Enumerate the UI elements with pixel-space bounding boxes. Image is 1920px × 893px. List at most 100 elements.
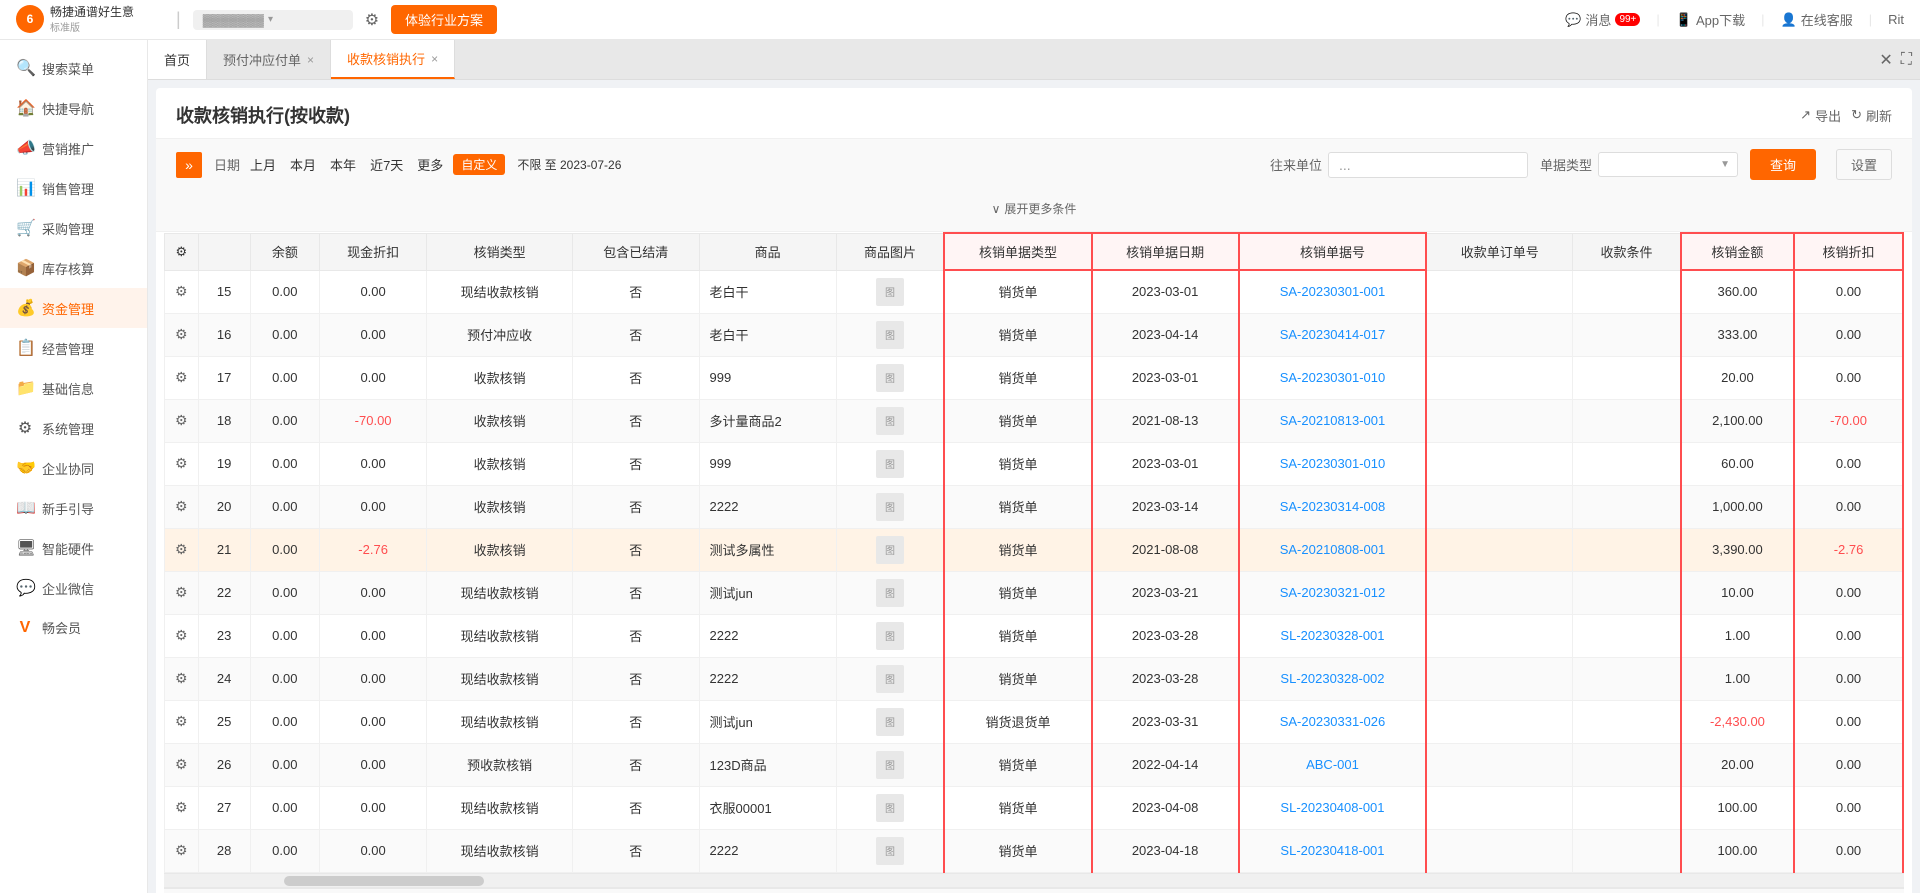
tab-home[interactable]: 首页 bbox=[148, 40, 207, 79]
export-button[interactable]: ↗ 导出 bbox=[1800, 106, 1841, 125]
row-settings-btn[interactable]: ⚙ bbox=[165, 829, 199, 872]
tab-prepay-close[interactable]: × bbox=[307, 53, 314, 67]
user-name: Rit bbox=[1888, 12, 1904, 27]
row-receipt-condition bbox=[1573, 743, 1681, 786]
row-write-off-type: 现结收款核销 bbox=[427, 657, 573, 700]
row-settings-btn[interactable]: ⚙ bbox=[165, 571, 199, 614]
app-download-icon: 📱 bbox=[1676, 12, 1692, 28]
sidebar-item-sales[interactable]: 📊 销售管理 bbox=[0, 168, 147, 208]
sidebar-label-member: 畅会员 bbox=[42, 618, 81, 637]
sidebar-item-finance[interactable]: 💰 资金管理 bbox=[0, 288, 147, 328]
row-receipt-order-no bbox=[1426, 571, 1572, 614]
app-download-action[interactable]: 📱 App下载 bbox=[1676, 10, 1745, 29]
row-receipt-condition bbox=[1573, 657, 1681, 700]
query-button[interactable]: 查询 bbox=[1750, 149, 1816, 180]
row-settings-btn[interactable]: ⚙ bbox=[165, 743, 199, 786]
horizontal-scrollbar[interactable] bbox=[164, 873, 1904, 887]
row-write-off-number[interactable]: SA-20210813-001 bbox=[1239, 399, 1427, 442]
tab-receipt-close[interactable]: × bbox=[431, 52, 438, 66]
workspace-dropdown-arrow: ▾ bbox=[268, 14, 273, 25]
row-settings-btn[interactable]: ⚙ bbox=[165, 786, 199, 829]
row-settings-btn[interactable]: ⚙ bbox=[165, 270, 199, 313]
row-settings-btn[interactable]: ⚙ bbox=[165, 614, 199, 657]
table-body: ⚙ 15 0.00 0.00 现结收款核销 否 老白干 图 销货单 2023-0… bbox=[165, 270, 1904, 872]
table-row: ⚙ 17 0.00 0.00 收款核销 否 999 图 销货单 2023-03-… bbox=[165, 356, 1904, 399]
refresh-button[interactable]: ↻ 刷新 bbox=[1851, 106, 1892, 125]
sidebar-item-operation[interactable]: 📋 经营管理 bbox=[0, 328, 147, 368]
row-settings-btn[interactable]: ⚙ bbox=[165, 657, 199, 700]
sidebar-item-enterprise[interactable]: 🤝 企业协同 bbox=[0, 448, 147, 488]
row-write-off-number[interactable]: ABC-001 bbox=[1239, 743, 1427, 786]
expand-more-conditions[interactable]: ∨ 展开更多条件 bbox=[176, 196, 1892, 221]
voucher-type-select[interactable]: 销货单 销货退货单 bbox=[1598, 152, 1738, 177]
row-settings-btn[interactable]: ⚙ bbox=[165, 442, 199, 485]
row-write-off-voucher-type: 销货单 bbox=[944, 270, 1091, 313]
row-include-settled: 否 bbox=[573, 313, 700, 356]
date-custom-button[interactable]: 自定义 bbox=[453, 154, 505, 175]
sidebar-item-guide[interactable]: 📖 新手引导 bbox=[0, 488, 147, 528]
top-bar-right: 💬 消息 99+ | 📱 App下载 | 👤 在线客服 | Rit bbox=[1565, 10, 1904, 29]
sidebar-item-smart[interactable]: 🖥 智能硬件 bbox=[0, 528, 147, 568]
filter-settings-button[interactable]: 设置 bbox=[1836, 149, 1892, 180]
tab-receipt[interactable]: 收款核销执行 × bbox=[331, 40, 455, 79]
row-write-off-number[interactable]: SA-20230331-026 bbox=[1239, 700, 1427, 743]
row-write-off-number[interactable]: SA-20230301-010 bbox=[1239, 442, 1427, 485]
row-write-off-number[interactable]: SL-20230408-001 bbox=[1239, 786, 1427, 829]
row-write-off-number[interactable]: SA-20210808-001 bbox=[1239, 528, 1427, 571]
row-settings-btn[interactable]: ⚙ bbox=[165, 485, 199, 528]
row-write-off-number[interactable]: SA-20230301-001 bbox=[1239, 270, 1427, 313]
tab-expand-button[interactable]: ⛶ bbox=[1901, 51, 1912, 69]
workspace-selector[interactable]: ▓▓▓▓▓▓▓ ▾ bbox=[193, 10, 353, 30]
scrollbar-thumb[interactable] bbox=[284, 876, 484, 886]
date-this-month[interactable]: 本月 bbox=[286, 153, 320, 176]
sidebar-item-purchase[interactable]: 🛒 采购管理 bbox=[0, 208, 147, 248]
filter-expand-button[interactable]: » bbox=[176, 152, 202, 178]
row-write-off-voucher-type: 销货单 bbox=[944, 399, 1091, 442]
row-write-off-voucher-type: 销货单 bbox=[944, 657, 1091, 700]
row-write-off-number[interactable]: SL-20230328-001 bbox=[1239, 614, 1427, 657]
sidebar-item-system[interactable]: ⚙ 系统管理 bbox=[0, 408, 147, 448]
row-write-off-number[interactable]: SA-20230321-012 bbox=[1239, 571, 1427, 614]
row-settings-btn[interactable]: ⚙ bbox=[165, 356, 199, 399]
row-include-settled: 否 bbox=[573, 399, 700, 442]
row-settings-btn[interactable]: ⚙ bbox=[165, 528, 199, 571]
row-write-off-number[interactable]: SA-20230301-010 bbox=[1239, 356, 1427, 399]
row-write-off-amount: 60.00 bbox=[1681, 442, 1794, 485]
row-write-off-discount: 0.00 bbox=[1794, 829, 1903, 872]
counterparty-input[interactable]: ... bbox=[1328, 152, 1528, 178]
row-product: 123D商品 bbox=[699, 743, 836, 786]
tab-prepay[interactable]: 预付冲应付单 × bbox=[207, 40, 331, 79]
row-write-off-number[interactable]: SL-20230418-001 bbox=[1239, 829, 1427, 872]
date-this-year[interactable]: 本年 bbox=[326, 153, 360, 176]
sidebar-item-shortcut[interactable]: 🏠 快捷导航 bbox=[0, 88, 147, 128]
online-service-action[interactable]: 👤 在线客服 bbox=[1781, 10, 1853, 29]
sidebar-item-marketing[interactable]: 📣 营销推广 bbox=[0, 128, 147, 168]
row-include-settled: 否 bbox=[573, 829, 700, 872]
row-write-off-number[interactable]: SA-20230314-008 bbox=[1239, 485, 1427, 528]
tab-home-label: 首页 bbox=[164, 50, 190, 69]
row-write-off-number[interactable]: SA-20230414-017 bbox=[1239, 313, 1427, 356]
solution-button[interactable]: 体验行业方案 bbox=[391, 5, 497, 34]
message-action[interactable]: 💬 消息 99+ bbox=[1565, 10, 1640, 29]
date-7days[interactable]: 近7天 bbox=[366, 153, 407, 176]
sidebar-item-member[interactable]: V 畅会员 bbox=[0, 608, 147, 647]
row-write-off-number[interactable]: SL-20230328-002 bbox=[1239, 657, 1427, 700]
row-write-off-date: 2023-03-01 bbox=[1092, 270, 1239, 313]
row-settings-btn[interactable]: ⚙ bbox=[165, 313, 199, 356]
date-last-month[interactable]: 上月 bbox=[246, 153, 280, 176]
date-more[interactable]: 更多 bbox=[413, 153, 447, 176]
sidebar-item-basic[interactable]: 📁 基础信息 bbox=[0, 368, 147, 408]
row-balance: 0.00 bbox=[250, 528, 319, 571]
sidebar-item-wechat[interactable]: 💬 企业微信 bbox=[0, 568, 147, 608]
row-receipt-condition bbox=[1573, 270, 1681, 313]
settings-button[interactable]: ⚙ bbox=[365, 10, 379, 30]
col-settings[interactable]: ⚙ bbox=[165, 233, 199, 270]
row-cash-discount: -70.00 bbox=[319, 399, 426, 442]
sidebar-item-inventory[interactable]: 📦 库存核算 bbox=[0, 248, 147, 288]
table-row: ⚙ 26 0.00 0.00 预收款核销 否 123D商品 图 销货单 2022… bbox=[165, 743, 1904, 786]
row-settings-btn[interactable]: ⚙ bbox=[165, 399, 199, 442]
tab-close-all-button[interactable]: ✕ bbox=[1879, 50, 1892, 70]
sidebar-label-wechat: 企业微信 bbox=[42, 579, 94, 598]
sidebar-item-search[interactable]: 🔍 搜索菜单 bbox=[0, 48, 147, 88]
row-settings-btn[interactable]: ⚙ bbox=[165, 700, 199, 743]
